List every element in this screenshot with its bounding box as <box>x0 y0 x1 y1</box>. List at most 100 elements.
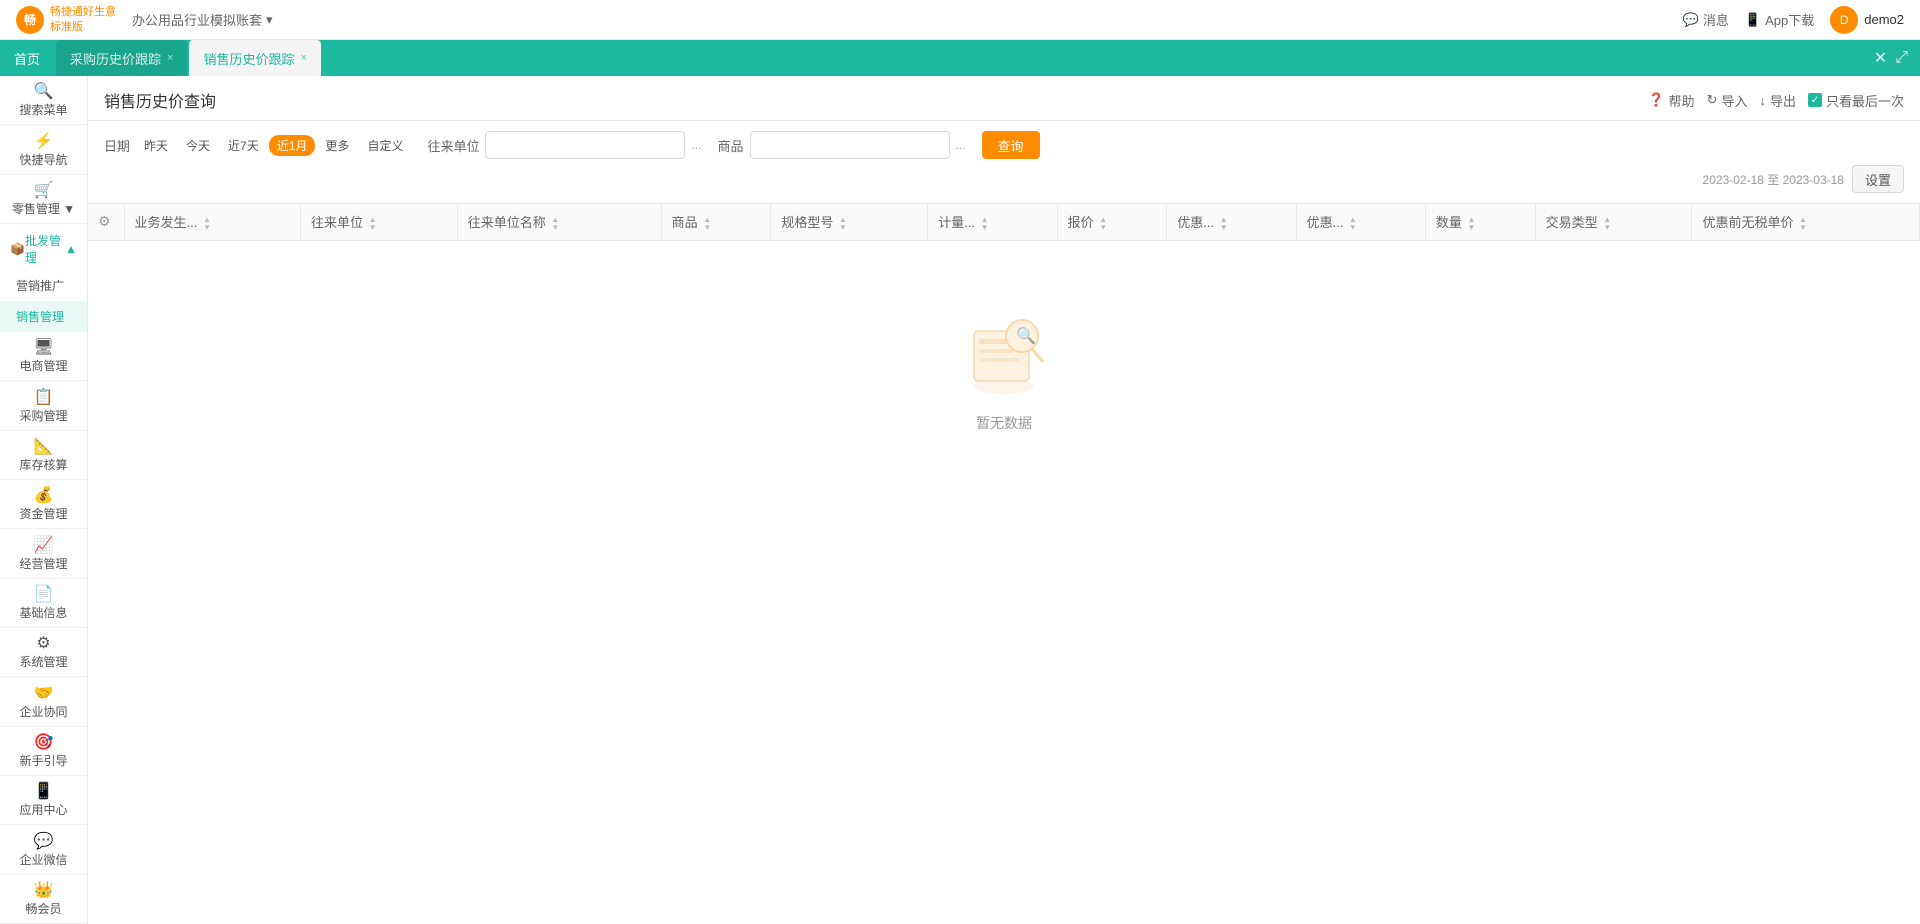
page-header: 销售历史价查询 ❓ 帮助 ↻ 导入 ↓ 导出 ✓ <box>88 76 1920 121</box>
th-unit[interactable]: 计量... ▲▼ <box>928 204 1057 240</box>
sidebar-item-retail[interactable]: 🛒 零售管理 ▼ <box>0 175 87 224</box>
user-area[interactable]: D demo2 <box>1830 6 1904 34</box>
app-center-icon: 📱 <box>34 781 54 801</box>
th-spec[interactable]: 规格型号 ▲▼ <box>771 204 928 240</box>
sort-icon-goods: ▲▼ <box>703 216 711 232</box>
operations-icon: 📈 <box>34 535 54 555</box>
sort-icon-pre-tax-price: ▲▼ <box>1799 216 1807 232</box>
svg-text:🔍: 🔍 <box>1016 325 1036 345</box>
purchase-history-tab-label: 采购历史价跟踪 <box>70 49 161 68</box>
sidebar-item-member[interactable]: 👑 畅会员 <box>0 875 87 924</box>
th-partner-code-label: 往来单位 <box>311 215 363 230</box>
sidebar-label-search-menu: 搜索菜单 <box>19 103 67 119</box>
sidebar-item-system[interactable]: ⚙ 系统管理 <box>0 628 87 677</box>
query-button[interactable]: 查询 <box>982 131 1040 159</box>
chevron-down-icon: ▾ <box>266 12 273 28</box>
filter-row: 日期 昨天 今天 近7天 近1月 更多 自定义 往来单位 <box>104 131 1904 159</box>
settings-button[interactable]: 设置 <box>1852 165 1904 193</box>
sidebar-item-new-guide[interactable]: 🎯 新手引导 <box>0 727 87 776</box>
message-icon: 💬 <box>1683 12 1699 28</box>
partner-dots-button[interactable]: ... <box>691 138 701 152</box>
th-discount2[interactable]: 优惠... ▲▼ <box>1296 204 1425 240</box>
sidebar-item-marketing[interactable]: 营销推广 <box>0 270 87 301</box>
th-discount1[interactable]: 优惠... ▲▼ <box>1167 204 1296 240</box>
tab-home[interactable]: 首页 <box>0 40 54 76</box>
sidebar-label-inventory: 库存核算 <box>19 458 67 474</box>
goods-dots-button[interactable]: ... <box>956 138 966 152</box>
chevron-up-icon: ▲ <box>65 242 77 256</box>
sidebar-item-enterprise-wechat[interactable]: 💬 企业微信 <box>0 825 87 874</box>
table-header: ⚙ 业务发生... ▲▼ 往来单位 ▲▼ 往来单位名称 <box>88 204 1920 240</box>
close-all-tabs-button[interactable]: ✕ <box>1874 48 1887 68</box>
th-biz-date[interactable]: 业务发生... ▲▼ <box>124 204 300 240</box>
sidebar-item-operations[interactable]: 📈 经营管理 <box>0 529 87 578</box>
goods-input[interactable] <box>750 131 950 159</box>
username: demo2 <box>1864 12 1904 27</box>
sidebar-item-ecommerce[interactable]: 🖥 电商管理 <box>0 332 87 381</box>
sidebar-item-enterprise-collab[interactable]: 🤝 企业协同 <box>0 677 87 726</box>
wholesale-icon: 📦 <box>10 242 25 256</box>
import-button[interactable]: ↻ 导入 <box>1707 91 1748 110</box>
date-pill-yesterday[interactable]: 昨天 <box>136 135 176 156</box>
th-settings[interactable]: ⚙ <box>88 204 124 240</box>
sidebar-item-inventory[interactable]: 📐 库存核算 <box>0 431 87 480</box>
sidebar-label-basic-info: 基础信息 <box>19 606 67 622</box>
th-trade-type[interactable]: 交易类型 ▲▼ <box>1535 204 1692 240</box>
filter-second-row: 2023-02-18 至 2023-03-18 设置 <box>104 165 1904 193</box>
th-goods[interactable]: 商品 ▲▼ <box>661 204 771 240</box>
date-pill-more[interactable]: 更多 <box>317 135 357 156</box>
date-pill-custom[interactable]: 自定义 <box>359 135 411 156</box>
sidebar-item-app-center[interactable]: 📱 应用中心 <box>0 776 87 825</box>
logo-text: 畅捷通好生意 标准版 <box>50 5 116 34</box>
tab-purchase-history[interactable]: 采购历史价跟踪 × <box>56 40 187 76</box>
sidebar-item-search-menu[interactable]: 🔍 搜索菜单 <box>0 76 87 125</box>
partner-input[interactable] <box>485 131 685 159</box>
th-quote[interactable]: 报价 ▲▼ <box>1057 204 1167 240</box>
page-content: 销售历史价查询 ❓ 帮助 ↻ 导入 ↓ 导出 ✓ <box>88 76 1920 924</box>
sidebar-item-basic-info[interactable]: 📄 基础信息 <box>0 579 87 628</box>
ecommerce-icon: 🖥 <box>33 337 53 357</box>
app-download-button[interactable]: 📱 App下载 <box>1745 10 1814 29</box>
message-button[interactable]: 💬 消息 <box>1683 10 1729 29</box>
header-left: 畅 畅捷通好生意 标准版 办公用品行业模拟账套 ▾ <box>16 5 281 34</box>
th-pre-tax-price[interactable]: 优惠前无税单价 ▲▼ <box>1692 204 1920 240</box>
close-tab-purchase[interactable]: × <box>167 52 173 64</box>
date-pill-7days[interactable]: 近7天 <box>220 135 267 156</box>
sidebar-item-quick-nav[interactable]: ⚡ 快捷导航 <box>0 125 87 174</box>
sidebar-item-purchase[interactable]: 📋 采购管理 <box>0 381 87 430</box>
date-filter-group: 日期 昨天 今天 近7天 近1月 更多 自定义 <box>104 135 411 156</box>
checkbox-checked-icon: ✓ <box>1808 93 1822 107</box>
sidebar-label-app-center: 应用中心 <box>19 803 67 819</box>
main-layout: 🔍 搜索菜单 ⚡ 快捷导航 🛒 零售管理 ▼ 📦 批发管理 ▲ 营销推广 销售管… <box>0 76 1920 924</box>
only-last-toggle[interactable]: ✓ 只看最后一次 <box>1808 91 1904 110</box>
maximize-button[interactable]: ⤢ <box>1895 49 1908 67</box>
sidebar-label-retail: 零售管理 ▼ <box>12 202 75 218</box>
goods-filter-group: 商品 ... <box>717 131 965 159</box>
import-icon: ↻ <box>1707 92 1718 108</box>
th-quantity[interactable]: 数量 ▲▼ <box>1425 204 1535 240</box>
date-pill-1month[interactable]: 近1月 <box>269 135 316 156</box>
purchase-icon: 📋 <box>34 387 54 407</box>
export-button[interactable]: ↓ 导出 <box>1759 91 1796 110</box>
sort-icon-partner-code: ▲▼ <box>369 216 377 232</box>
th-biz-date-label: 业务发生... <box>135 215 198 230</box>
sort-icon-discount2: ▲▼ <box>1349 216 1357 232</box>
sidebar-item-sales-mgmt[interactable]: 销售管理 <box>0 301 87 332</box>
logo-area: 畅 畅捷通好生意 标准版 <box>16 5 116 34</box>
app-selector-label: 办公用品行业模拟账套 <box>132 10 262 29</box>
tab-sales-history[interactable]: 销售历史价跟踪 × <box>189 40 320 76</box>
sidebar-item-wholesale[interactable]: 📦 批发管理 ▲ <box>0 224 87 270</box>
member-icon: 👑 <box>34 880 54 900</box>
sidebar-item-finance[interactable]: 💰 资金管理 <box>0 480 87 529</box>
th-partner-code[interactable]: 往来单位 ▲▼ <box>300 204 457 240</box>
app-selector[interactable]: 办公用品行业模拟账套 ▾ <box>124 6 281 33</box>
th-spec-label: 规格型号 <box>781 215 833 230</box>
avatar: D <box>1830 6 1858 34</box>
partner-filter-group: 往来单位 ... <box>427 131 701 159</box>
help-button[interactable]: ❓ 帮助 <box>1648 91 1694 110</box>
close-tab-sales[interactable]: × <box>300 52 306 64</box>
th-partner-name[interactable]: 往来单位名称 ▲▼ <box>457 204 661 240</box>
sidebar-label-wholesale: 批发管理 <box>25 232 65 266</box>
sidebar-label-ecommerce: 电商管理 <box>19 359 67 375</box>
date-pill-today[interactable]: 今天 <box>178 135 218 156</box>
